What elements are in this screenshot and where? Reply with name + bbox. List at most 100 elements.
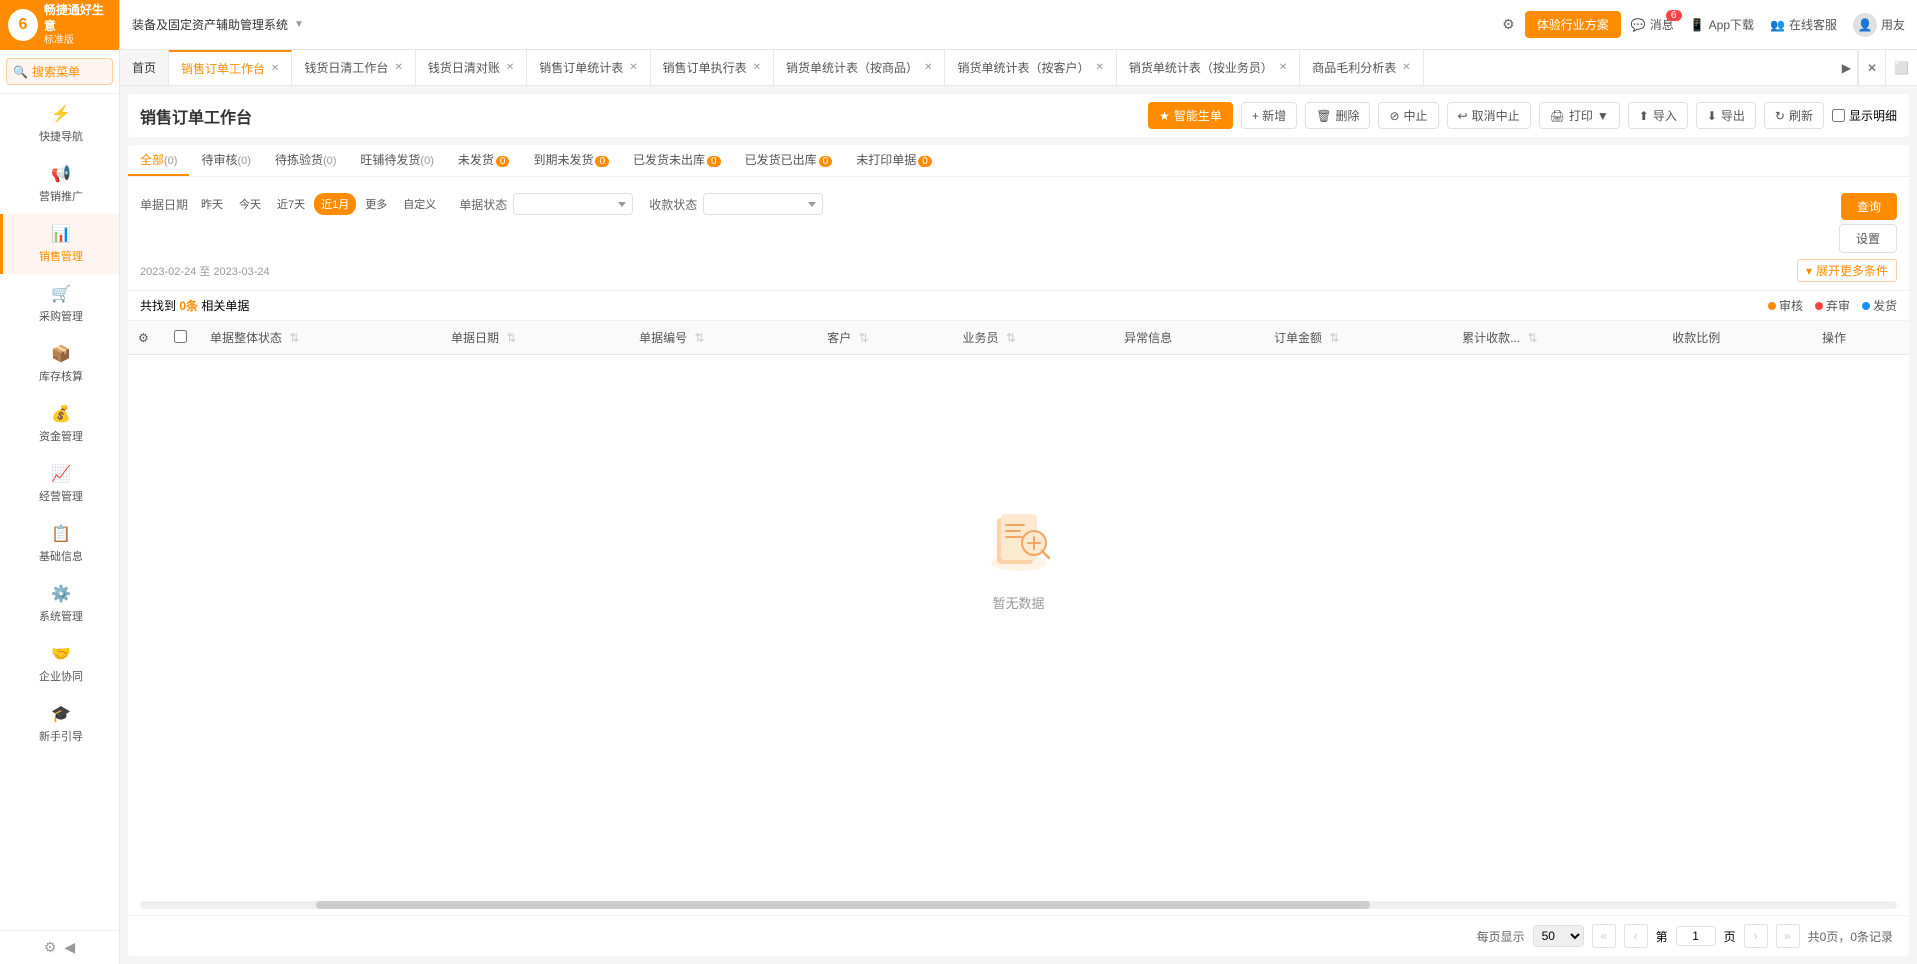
table-header-checkbox[interactable] [164,321,200,355]
sub-tab-pending-inspect[interactable]: 待拣验货(0) [263,145,348,176]
tab-close-icon[interactable]: ✕ [1279,62,1287,73]
status-filter-select[interactable] [513,193,633,215]
sort-icon[interactable]: ⇅ [1006,331,1016,345]
date-7days-button[interactable]: 近7天 [270,193,312,215]
sidebar-item-purchase[interactable]: 🛒 采购管理 [0,274,119,334]
empty-state: 暂无数据 [128,355,1909,755]
sidebar-item-marketing[interactable]: 📢 营销推广 [0,154,119,214]
tab-close-icon[interactable]: ✕ [394,62,402,73]
export-button[interactable]: ⬇ 导出 [1696,102,1756,129]
sidebar-item-finance[interactable]: 💰 资金管理 [0,394,119,454]
user-menu-button[interactable]: 👤 用友 [1853,13,1905,37]
collapse-sidebar-button[interactable]: ◀ [64,939,75,956]
page-input[interactable] [1676,926,1716,946]
ship-action-button[interactable]: 发货 [1862,297,1897,314]
tab-home[interactable]: 首页 [120,50,169,86]
expand-filters-button[interactable]: ▾ 展开更多条件 [1797,259,1897,282]
settings-icon-button[interactable]: ⚙ [44,939,57,956]
tab-close-icon[interactable]: ✕ [924,62,932,73]
online-service-button[interactable]: 👥 在线客服 [1770,16,1837,33]
sort-icon[interactable]: ⇅ [506,331,516,345]
industry-solution-button[interactable]: 体验行业方案 [1525,11,1621,38]
sort-icon[interactable]: ⇅ [859,331,869,345]
sub-tab-shipped-not-out[interactable]: 已发货未出库0 [621,145,733,176]
print-button[interactable]: 🖨 打印 ▼ [1539,102,1620,129]
sidebar-footer: ⚙ ◀ [0,930,119,964]
home-tab-label: 首页 [132,59,156,76]
sort-icon[interactable]: ⇅ [289,331,299,345]
sort-icon[interactable]: ⇅ [1527,331,1537,345]
select-all-checkbox[interactable] [174,330,187,343]
tab-sales-summary-staff[interactable]: 销货单统计表（按业务员） ✕ [1117,50,1300,86]
tab-close-icon[interactable]: ✕ [506,62,514,73]
tab-sales-exec[interactable]: 销售订单执行表 ✕ [651,50,774,86]
gear-settings-button[interactable]: ⚙ [1502,16,1515,33]
import-button[interactable]: ⬆ 导入 [1628,102,1688,129]
sidebar-item-basic[interactable]: 📋 基础信息 [0,514,119,574]
sidebar-item-enterprise[interactable]: 🤝 企业协同 [0,634,119,694]
tab-close-icon[interactable]: ✕ [753,62,761,73]
sub-tab-expired-not-shipped[interactable]: 到期未发货0 [521,145,621,176]
tab-scroll-right-button[interactable]: ▶ [1836,50,1858,86]
review-action-button[interactable]: 审核 [1768,297,1803,314]
query-button[interactable]: 查询 [1841,193,1897,220]
sub-tab-wangpu-pending[interactable]: 旺铺待发货(0) [348,145,445,176]
tab-sales-summary-customer[interactable]: 销货单统计表（按客户） ✕ [945,50,1116,86]
delete-button[interactable]: 🗑 删除 [1305,102,1370,129]
tab-cash-reconcile[interactable]: 钱货日清对账 ✕ [416,50,527,86]
date-1month-button[interactable]: 近1月 [314,193,356,215]
message-button[interactable]: 💬 消息 6 [1631,16,1674,33]
setting-button[interactable]: 设置 [1839,224,1897,253]
smart-create-button[interactable]: ★ 智能生单 [1148,102,1233,129]
prev-page-button[interactable]: ‹ [1624,924,1648,948]
sidebar-item-quick-nav[interactable]: ⚡ 快捷导航 [0,94,119,154]
tab-close-icon[interactable]: ✕ [1095,62,1103,73]
unreview-action-button[interactable]: 弃审 [1815,297,1850,314]
date-custom-button[interactable]: 自定义 [396,193,443,215]
tab-close-all-button[interactable]: ✕ [1858,50,1885,86]
sidebar-item-operation[interactable]: 📈 经营管理 [0,454,119,514]
sub-tab-pending-review[interactable]: 待审核(0) [189,145,262,176]
sales-stat-tab-label: 销售订单统计表 [539,59,623,76]
first-page-button[interactable]: « [1592,924,1616,948]
app-download-button[interactable]: 📱 App下载 [1690,16,1754,33]
scroll-thumb[interactable] [316,901,1370,909]
search-menu-button[interactable]: 🔍 搜索菜单 [6,58,113,85]
filter-second-row: 2023-02-24 至 2023-03-24 ▾ 展开更多条件 [140,259,1897,282]
sort-icon[interactable]: ⇅ [1329,331,1339,345]
suspend-button[interactable]: ⊘ 中止 [1378,102,1438,129]
table-scroll-area[interactable]: ⚙ 单据整体状态 ⇅ 单据日期 ⇅ [128,321,1909,895]
tab-close-icon[interactable]: ✕ [271,63,279,74]
new-button[interactable]: + 新增 [1241,102,1297,129]
tab-gross-margin[interactable]: 商品毛利分析表 ✕ [1300,50,1423,86]
tab-close-icon[interactable]: ✕ [1402,62,1410,73]
date-yesterday-button[interactable]: 昨天 [194,193,230,215]
sub-tab-shipped-out[interactable]: 已发货已出库0 [733,145,845,176]
refresh-button[interactable]: ↻ 刷新 [1764,102,1824,129]
tab-maximize-button[interactable]: ⬜ [1885,50,1917,86]
sub-tab-all[interactable]: 全部(0) [128,145,189,176]
sidebar-item-inventory[interactable]: 📦 库存核算 [0,334,119,394]
payment-filter-select[interactable] [703,193,823,215]
sidebar-item-system[interactable]: ⚙️ 系统管理 [0,574,119,634]
tab-sales-workbench[interactable]: 销售订单工作台 ✕ [169,50,292,86]
cancel-suspend-button[interactable]: ↩ 取消中止 [1447,102,1531,129]
sidebar-item-guide[interactable]: 🎓 新手引导 [0,694,119,754]
tab-sales-summary-product[interactable]: 销货单统计表（按商品） ✕ [774,50,945,86]
tab-sales-stat[interactable]: 销售订单统计表 ✕ [527,50,650,86]
sidebar-item-sales[interactable]: 📊 销售管理 [0,214,119,274]
next-page-button[interactable]: › [1744,924,1768,948]
show-detail-checkbox[interactable] [1832,109,1845,122]
date-today-button[interactable]: 今天 [232,193,268,215]
show-detail-checkbox-label[interactable]: 显示明细 [1832,107,1897,124]
page-size-select[interactable]: 50 100 [1533,925,1584,947]
table-header-settings[interactable]: ⚙ [128,321,164,355]
sort-icon[interactable]: ⇅ [694,331,704,345]
export-icon: ⬇ [1707,109,1717,123]
tab-close-icon[interactable]: ✕ [629,62,637,73]
date-more-button[interactable]: 更多 [358,193,394,215]
sub-tab-not-shipped[interactable]: 未发货0 [446,145,522,176]
tab-cash-daily[interactable]: 钱货日清工作台 ✕ [292,50,415,86]
sub-tab-not-printed[interactable]: 未打印单据0 [844,145,944,176]
last-page-button[interactable]: » [1776,924,1800,948]
